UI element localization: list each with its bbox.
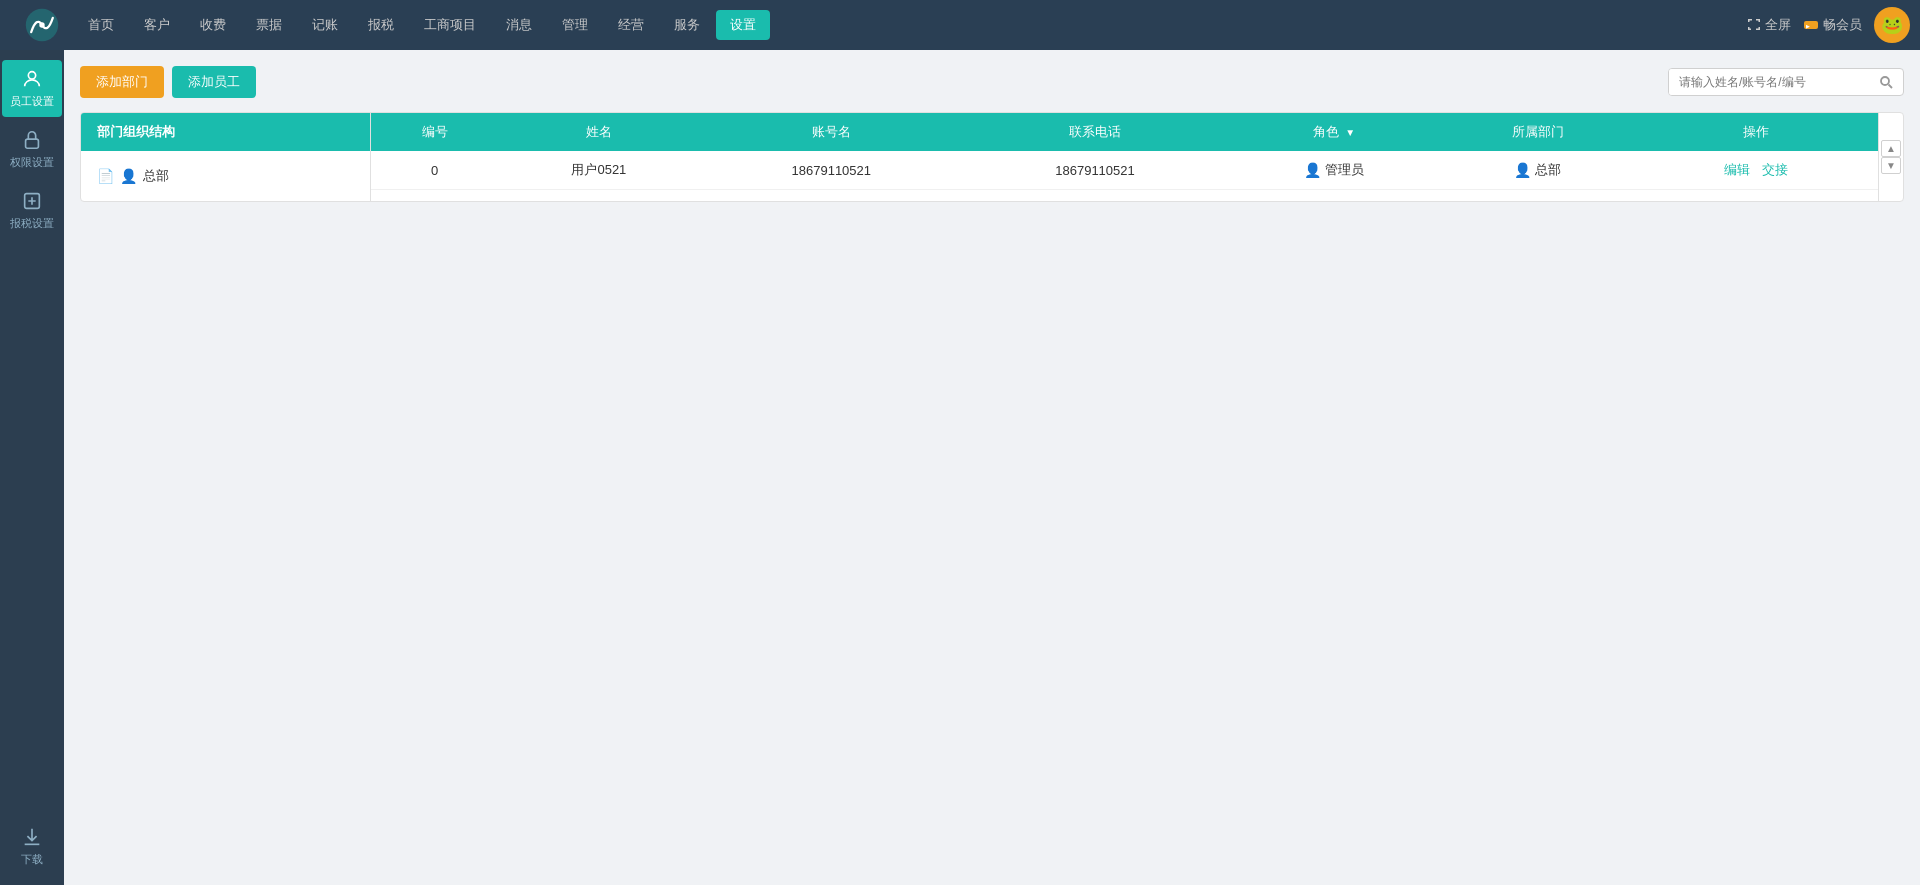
cell-id: 0: [371, 151, 498, 190]
vip-button[interactable]: ▶ 畅会员: [1803, 16, 1862, 34]
dept-tree-item-root[interactable]: 📄 👤 总部: [93, 161, 358, 191]
scroll-up-button[interactable]: ▲: [1881, 140, 1901, 157]
scroll-buttons: ▲ ▼: [1878, 113, 1903, 201]
nav-item-message[interactable]: 消息: [492, 10, 546, 40]
add-emp-button[interactable]: 添加员工: [172, 66, 256, 98]
svg-point-7: [1881, 77, 1889, 85]
role-label: 管理员: [1325, 161, 1364, 179]
nav-item-fee[interactable]: 收费: [186, 10, 240, 40]
cell-actions: 编辑 交接: [1634, 151, 1878, 190]
nav-items: 首页 客户 收费 票据 记账 报税 工商项目 消息 管理 经营 服务 设置: [74, 10, 1747, 40]
cell-name: 用户0521: [498, 151, 699, 190]
fullscreen-label: 全屏: [1765, 16, 1791, 34]
dept-label: 总部: [1535, 161, 1561, 179]
top-nav: 首页 客户 收费 票据 记账 报税 工商项目 消息 管理 经营 服务 设置 全屏…: [0, 0, 1920, 50]
action-link-编辑[interactable]: 编辑: [1724, 162, 1750, 177]
table-row: 0 用户0521 18679110521 18679110521 👤 管理员 👤…: [371, 151, 1878, 190]
svg-point-4: [28, 72, 35, 79]
toolbar: 添加部门 添加员工: [80, 66, 1904, 98]
dept-tree-header: 部门组织结构: [81, 113, 370, 151]
col-role: 角色 ▼: [1227, 113, 1441, 151]
cell-role: 👤 管理员: [1227, 151, 1441, 190]
cell-dept: 👤 总部: [1441, 151, 1635, 190]
nav-item-customer[interactable]: 客户: [130, 10, 184, 40]
nav-item-accounting[interactable]: 记账: [298, 10, 352, 40]
sidebar-item-download[interactable]: 下载: [2, 818, 62, 875]
nav-item-settings[interactable]: 设置: [716, 10, 770, 40]
sidebar-item-taxsettings[interactable]: 报税设置: [2, 182, 62, 239]
add-dept-button[interactable]: 添加部门: [80, 66, 164, 98]
dept-tree-body: 📄 👤 总部: [81, 151, 370, 201]
nav-item-manage[interactable]: 管理: [548, 10, 602, 40]
emp-table: 编号 姓名 账号名 联系电话 角色 ▼ 所属部门 操作: [371, 113, 1878, 201]
nav-item-bizproject[interactable]: 工商项目: [410, 10, 490, 40]
vip-label: 畅会员: [1823, 16, 1862, 34]
role-filter-icon[interactable]: ▼: [1345, 127, 1355, 138]
dept-item-label: 总部: [143, 167, 169, 185]
col-account: 账号名: [699, 113, 963, 151]
dept-user-icon-row: 👤: [1514, 162, 1531, 178]
top-nav-right: 全屏 ▶ 畅会员 🐸: [1747, 7, 1910, 43]
main-content: 添加部门 添加员工 部门组织结构 📄 👤: [64, 50, 1920, 885]
col-id: 编号: [371, 113, 498, 151]
avatar[interactable]: 🐸: [1874, 7, 1910, 43]
dept-user-icon: 👤: [120, 168, 137, 184]
sidebar-item-permission[interactable]: 权限设置: [2, 121, 62, 178]
svg-point-1: [39, 22, 44, 27]
sidebar-label-permission: 权限设置: [10, 155, 54, 170]
nav-item-tax[interactable]: 报税: [354, 10, 408, 40]
sidebar-label-taxsettings: 报税设置: [10, 216, 54, 231]
scroll-down-button[interactable]: ▼: [1881, 157, 1901, 174]
svg-rect-5: [26, 139, 39, 148]
sidebar-label-download: 下载: [21, 852, 43, 867]
sidebar-item-employee[interactable]: 员工设置: [2, 60, 62, 117]
svg-text:▶: ▶: [1806, 23, 1810, 29]
employee-table: 编号 姓名 账号名 联系电话 角色 ▼ 所属部门 操作: [371, 113, 1878, 190]
sidebar: 员工设置 权限设置 报税设置 下载: [0, 50, 64, 885]
search-input[interactable]: [1669, 69, 1869, 95]
cell-account: 18679110521: [699, 151, 963, 190]
nav-item-operation[interactable]: 经营: [604, 10, 658, 40]
dept-tree: 部门组织结构 📄 👤 总部: [81, 113, 371, 201]
layout: 员工设置 权限设置 报税设置 下载 添加部门: [0, 50, 1920, 885]
search-box: [1668, 68, 1904, 96]
cell-phone: 18679110521: [963, 151, 1227, 190]
svg-line-8: [1889, 85, 1893, 89]
action-link-交接[interactable]: 交接: [1762, 162, 1788, 177]
nav-item-bill[interactable]: 票据: [242, 10, 296, 40]
nav-item-home[interactable]: 首页: [74, 10, 128, 40]
content-panel: 部门组织结构 📄 👤 总部 编号 姓名 账号名: [80, 112, 1904, 202]
col-name: 姓名: [498, 113, 699, 151]
dept-file-icon: 📄: [97, 168, 114, 184]
logo: [10, 7, 74, 43]
search-button[interactable]: [1869, 69, 1903, 95]
fullscreen-button[interactable]: 全屏: [1747, 16, 1791, 34]
sidebar-label-employee: 员工设置: [10, 94, 54, 109]
col-action: 操作: [1634, 113, 1878, 151]
role-user-icon: 👤: [1304, 162, 1321, 178]
col-dept: 所属部门: [1441, 113, 1635, 151]
nav-item-service[interactable]: 服务: [660, 10, 714, 40]
col-phone: 联系电话: [963, 113, 1227, 151]
